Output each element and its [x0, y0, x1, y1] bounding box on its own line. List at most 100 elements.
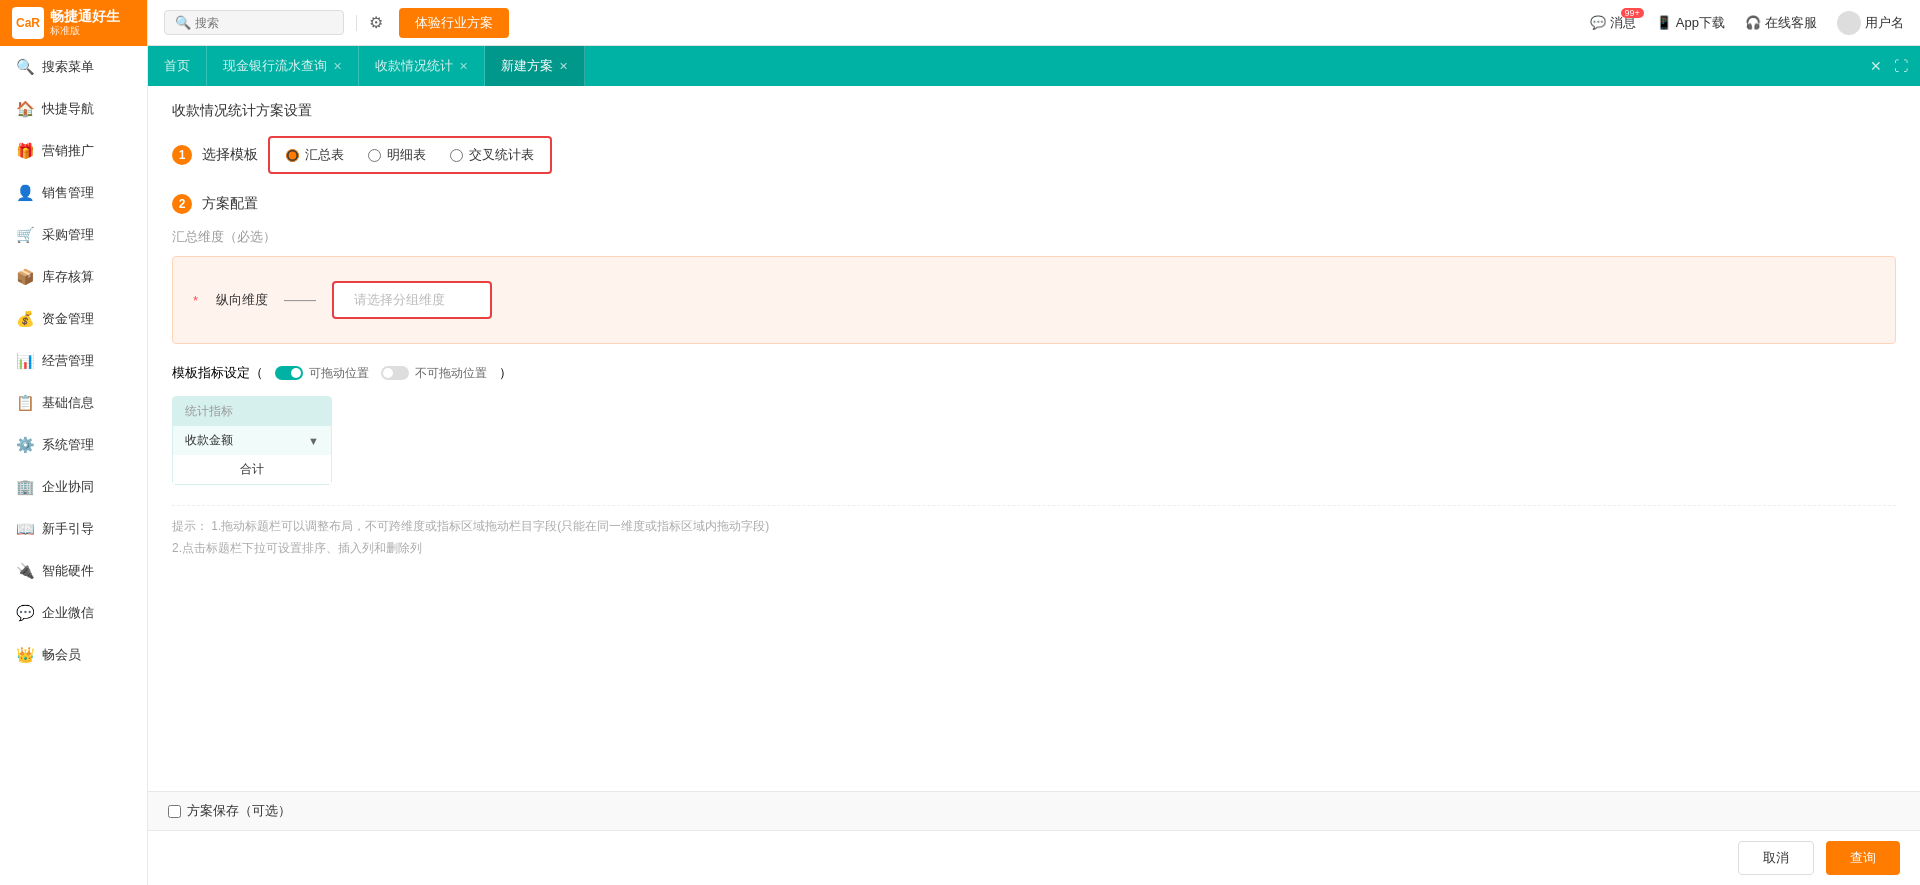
user-info[interactable]: 用户名 [1837, 11, 1904, 35]
radio-cross[interactable]: 交叉统计表 [450, 146, 534, 164]
gift-icon: 🎁 [16, 142, 34, 160]
sidebar-item-label: 基础信息 [42, 394, 94, 412]
cancel-button[interactable]: 取消 [1738, 841, 1814, 875]
search-input[interactable] [195, 16, 335, 30]
tab-cash-bank[interactable]: 现金银行流水查询 ✕ [207, 46, 359, 86]
close-window-icon[interactable]: ✕ [1870, 58, 1882, 74]
step1-number: 1 [172, 145, 192, 165]
sidebar-item-enterprise-wechat[interactable]: 💬 企业微信 [0, 592, 147, 634]
cart-icon: 🛒 [16, 226, 34, 244]
sidebar-item-label: 新手引导 [42, 520, 94, 538]
sidebar-item-finance[interactable]: 💰 资金管理 [0, 298, 147, 340]
radio-summary-input[interactable] [286, 149, 299, 162]
message-icon: 💬 [1590, 15, 1606, 30]
radio-detail-label: 明细表 [387, 146, 426, 164]
step2-header: 2 方案配置 [172, 194, 1896, 214]
metrics-table: 统计指标 收款金额 ▼ 合计 [172, 396, 332, 485]
user-avatar [1837, 11, 1861, 35]
money-icon: 💰 [16, 310, 34, 328]
radio-detail-input[interactable] [368, 149, 381, 162]
settings-icon[interactable]: ⚙ [369, 13, 383, 32]
sidebar-item-system[interactable]: ⚙️ 系统管理 [0, 424, 147, 466]
metrics-toggle-area: 模板指标设定（ 可拖动位置 不可拖动位置 [172, 364, 1896, 382]
tab-cash-bank-close[interactable]: ✕ [333, 60, 342, 73]
sidebar-item-label: 畅会员 [42, 646, 81, 664]
crown-icon: 👑 [16, 646, 34, 664]
tab-collection-stat[interactable]: 收款情况统计 ✕ [359, 46, 485, 86]
dimension-select[interactable]: 请选择分组维度 [332, 281, 492, 319]
online-service-button[interactable]: 🎧 在线客服 [1745, 14, 1817, 32]
tip-2: 2.点击标题栏下拉可设置排序、插入列和删除列 [172, 538, 1896, 560]
sidebar-item-member[interactable]: 👑 畅会员 [0, 634, 147, 676]
app-download-button[interactable]: 📱 App下载 [1656, 14, 1725, 32]
step2-number: 2 [172, 194, 192, 214]
sidebar-item-label: 库存核算 [42, 268, 94, 286]
sidebar-item-newbie[interactable]: 📖 新手引导 [0, 508, 147, 550]
sidebar-item-label: 企业协同 [42, 478, 94, 496]
tab-collection-stat-label: 收款情况统计 [375, 57, 453, 75]
toggle-knob [291, 368, 301, 378]
sidebar-item-label: 采购管理 [42, 226, 94, 244]
template-options: 汇总表 明细表 交叉统计表 [268, 136, 552, 174]
sidebar-item-sales[interactable]: 👤 销售管理 [0, 172, 147, 214]
required-mark: * [193, 293, 198, 308]
non-draggable-toggle[interactable]: 不可拖动位置 [381, 365, 487, 382]
search-icon: 🔍 [175, 15, 191, 30]
draggable-label: 可拖动位置 [309, 365, 369, 382]
dimension-row: * 纵向维度 —— 请选择分组维度 [193, 281, 1875, 319]
sidebar-item-label: 销售管理 [42, 184, 94, 202]
radio-detail[interactable]: 明细表 [368, 146, 426, 164]
bottom-bar: 取消 查询 [148, 830, 1920, 885]
sidebar-item-purchase[interactable]: 🛒 采购管理 [0, 214, 147, 256]
tab-collection-stat-close[interactable]: ✕ [459, 60, 468, 73]
tab-home[interactable]: 首页 [148, 46, 207, 86]
tabbar: 首页 现金银行流水查询 ✕ 收款情况统计 ✕ 新建方案 ✕ ✕ ⛶ [148, 46, 1920, 86]
content: 收款情况统计方案设置 1 选择模板 汇总表 明细表 [148, 86, 1920, 791]
metrics-table-header: 统计指标 [173, 397, 331, 426]
sidebar-item-inventory[interactable]: 📦 库存核算 [0, 256, 147, 298]
logo-sub: 标准版 [50, 24, 120, 38]
phone-icon: 📱 [1656, 15, 1672, 30]
metrics-cell-amount[interactable]: 收款金额 ▼ [173, 426, 331, 455]
sidebar-item-smart-hardware[interactable]: 🔌 智能硬件 [0, 550, 147, 592]
sidebar: CaR 畅捷通好生 标准版 🔍 搜索菜单 🏠 快捷导航 🎁 营销推广 👤 销售管… [0, 0, 148, 885]
sidebar-logo: CaR 畅捷通好生 标准版 [0, 0, 147, 46]
query-button[interactable]: 查询 [1826, 841, 1900, 875]
username: 用户名 [1865, 14, 1904, 32]
step2-section: 2 方案配置 汇总维度（必选） * 纵向维度 —— 请选择分组维度 [172, 194, 1896, 569]
building-icon: 🏢 [16, 478, 34, 496]
tab-cash-bank-label: 现金银行流水查询 [223, 57, 327, 75]
footer: 方案保存（可选） [148, 791, 1920, 830]
non-draggable-toggle-box[interactable] [381, 366, 409, 380]
book-icon: 📖 [16, 520, 34, 538]
sidebar-item-basic-info[interactable]: 📋 基础信息 [0, 382, 147, 424]
dropdown-icon[interactable]: ▼ [308, 435, 319, 447]
draggable-toggle[interactable]: 可拖动位置 [275, 365, 369, 382]
save-checkbox[interactable] [168, 805, 181, 818]
sidebar-item-marketing[interactable]: 🎁 营销推广 [0, 130, 147, 172]
sidebar-item-enterprise-collab[interactable]: 🏢 企业协同 [0, 466, 147, 508]
sidebar-item-search-menu[interactable]: 🔍 搜索菜单 [0, 46, 147, 88]
sidebar-item-label: 快捷导航 [42, 100, 94, 118]
sidebar-item-label: 经营管理 [42, 352, 94, 370]
metrics-config-end: ） [499, 364, 512, 382]
dimension-placeholder: 请选择分组维度 [354, 292, 445, 307]
divider [356, 15, 357, 31]
tab-new-plan[interactable]: 新建方案 ✕ [485, 46, 585, 86]
toggle-knob2 [383, 368, 393, 378]
trial-industry-button[interactable]: 体验行业方案 [399, 8, 509, 38]
sidebar-item-quick-nav[interactable]: 🏠 快捷导航 [0, 88, 147, 130]
radio-summary[interactable]: 汇总表 [286, 146, 344, 164]
tab-new-plan-close[interactable]: ✕ [559, 60, 568, 73]
page-title: 收款情况统计方案设置 [172, 102, 1896, 120]
search-bar[interactable]: 🔍 [164, 10, 344, 35]
dimension-section-label: 汇总维度（必选） [172, 228, 1896, 246]
message-button[interactable]: 💬 消息 99+ [1590, 14, 1636, 32]
gear-icon: ⚙️ [16, 436, 34, 454]
content-area: 收款情况统计方案设置 1 选择模板 汇总表 明细表 [148, 86, 1920, 885]
radio-cross-input[interactable] [450, 149, 463, 162]
radio-summary-label: 汇总表 [305, 146, 344, 164]
maximize-icon[interactable]: ⛶ [1894, 58, 1908, 74]
draggable-toggle-box[interactable] [275, 366, 303, 380]
sidebar-item-business[interactable]: 📊 经营管理 [0, 340, 147, 382]
